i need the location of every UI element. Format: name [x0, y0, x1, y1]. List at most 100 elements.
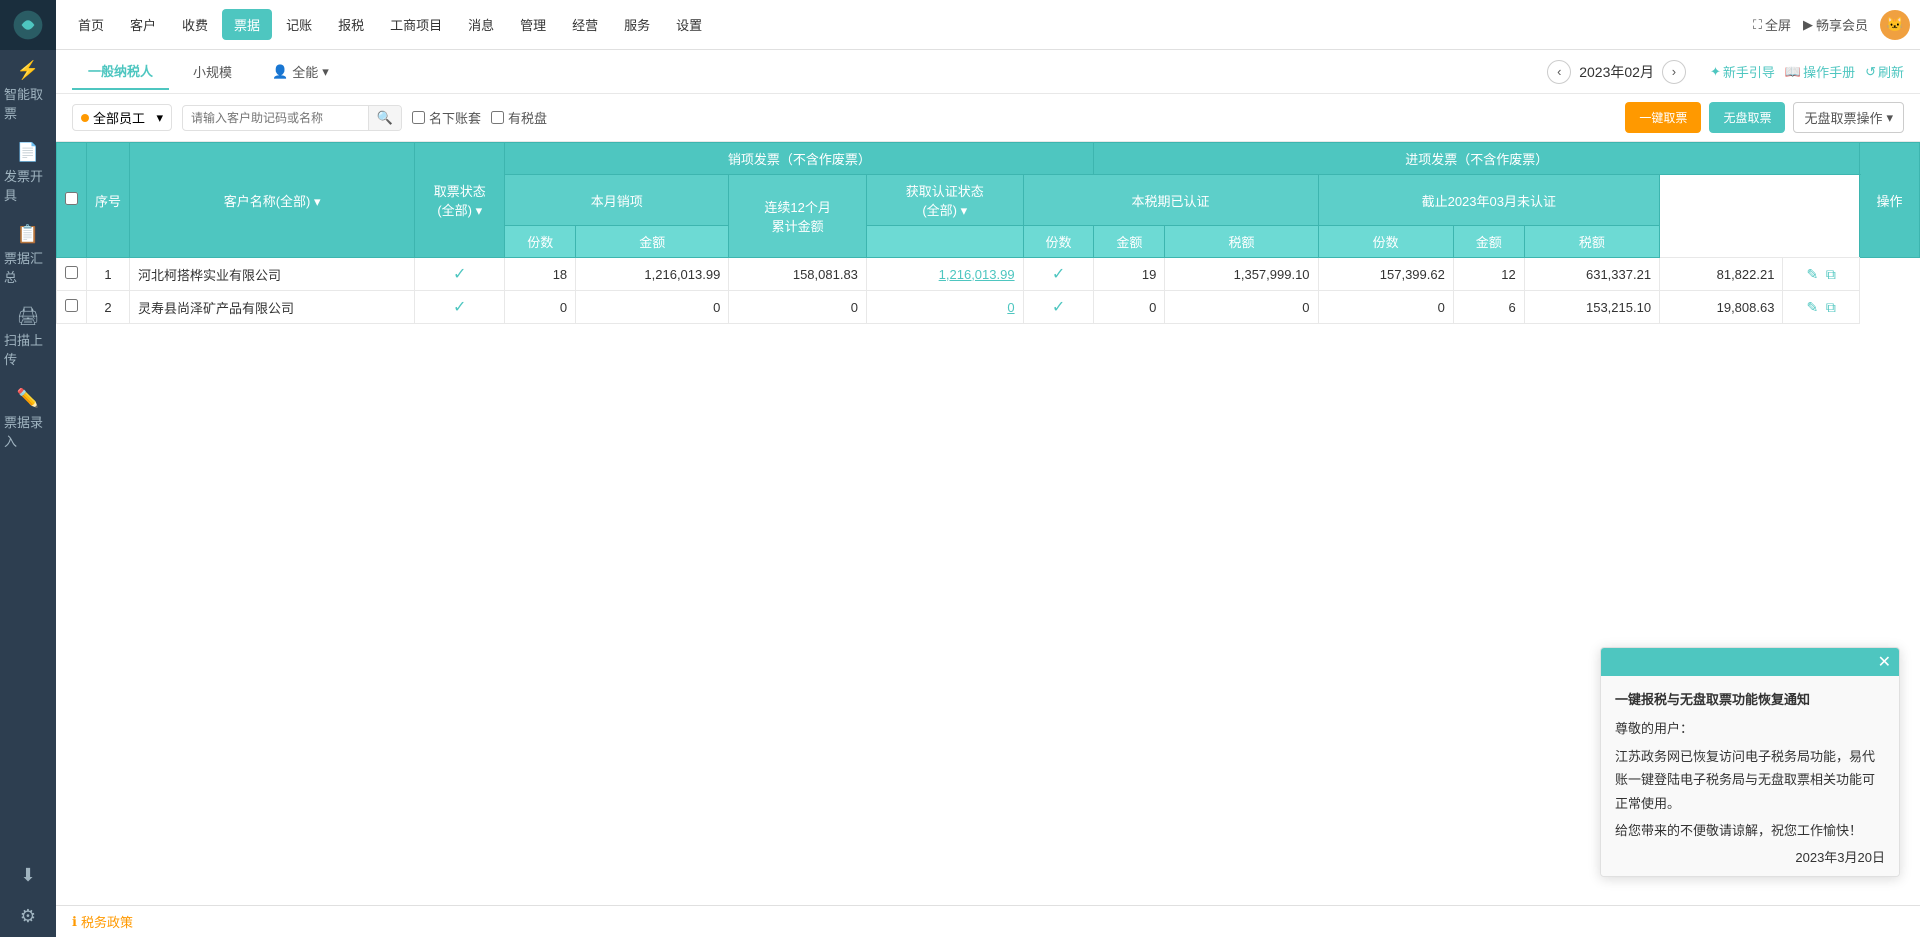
col-uncert-tax: 税额 — [1524, 226, 1659, 258]
cert-filter-icon[interactable]: ▾ — [961, 203, 968, 218]
row-ops: ✎ ⧉ — [1783, 291, 1860, 324]
no-disk-ops-btn[interactable]: 无盘取票操作 ▾ — [1793, 102, 1904, 133]
sidebar: ⚡ 智能取票 📄 发票开具 📋 票据汇总 🖨 扫描上传 ✏️ 票据录入 ⬇ ⚙ — [0, 0, 56, 937]
row-uncert-count: 6 — [1453, 291, 1524, 324]
notification-title: 一键报税与无盘取票功能恢复通知 — [1615, 688, 1885, 711]
row-no: 2 — [87, 291, 130, 324]
tab-small[interactable]: 小规模 — [177, 54, 248, 89]
sidebar-bottom: ⬇ ⚙ — [0, 855, 56, 937]
topnav-tax[interactable]: 报税 — [326, 9, 376, 40]
taxdisk-checkbox[interactable] — [491, 111, 504, 124]
select-all-checkbox[interactable] — [65, 192, 78, 205]
row-checkbox[interactable] — [57, 258, 87, 291]
col-uncert-amount: 金额 — [1453, 226, 1524, 258]
bottom-bar: ℹ 税务政策 — [56, 905, 1920, 937]
copy-btn[interactable]: ⧉ — [1826, 266, 1836, 282]
one-click-btn[interactable]: 一键取票 — [1625, 102, 1701, 133]
edit-btn[interactable]: ✎ — [1807, 266, 1819, 282]
row-no: 1 — [87, 258, 130, 291]
sidebar-item-data-entry[interactable]: ✏️ 票据录入 — [0, 378, 56, 460]
col-sales-amount: 金额 — [576, 226, 729, 258]
notification-header: ✕ — [1601, 648, 1899, 676]
table-row: 1 河北柯搭桦实业有限公司 ✓ 18 1,216,013.99 158,081.… — [57, 258, 1920, 291]
row-uncert-tax: 81,822.21 — [1660, 258, 1783, 291]
main-table: 序号 客户名称(全部) ▾ 取票状态(全部) ▾ 销项发票（不含作废票） 进项发… — [56, 142, 1920, 324]
tab-all[interactable]: 👤 全能 ▾ — [256, 54, 345, 89]
tabs-nav: ‹ 2023年02月 › — [1547, 60, 1686, 84]
col-cert-amount: 金额 — [1094, 226, 1165, 258]
notification-body: 一键报税与无盘取票功能恢复通知 尊敬的用户： 江苏政务网已恢复访问电子税务局功能… — [1601, 676, 1899, 876]
fetch-filter-icon[interactable]: ▾ — [476, 203, 483, 218]
topnav-bookkeeping[interactable]: 记账 — [274, 9, 324, 40]
topnav-invoice[interactable]: 票据 — [222, 9, 272, 40]
row-acc12m[interactable]: 0 — [866, 291, 1023, 324]
checkbox-taxdisk[interactable]: 有税盘 — [491, 108, 547, 127]
topnav-home[interactable]: 首页 — [66, 9, 116, 40]
tabs-actions: ✦ 新手引导 📖 操作手册 ↺ 刷新 — [1710, 62, 1904, 81]
sidebar-item-settings[interactable]: ⚙ — [0, 896, 56, 937]
col-ops-header: 操作 — [1860, 143, 1920, 258]
row-sales-count: 0 — [505, 291, 576, 324]
tabs-row: 一般纳税人 小规模 👤 全能 ▾ ‹ 2023年02月 › ✦ 新手引导 📖 操… — [56, 50, 1920, 94]
employee-select[interactable]: 全部员工 ▾ — [72, 104, 172, 131]
sidebar-item-smart-fetch[interactable]: ⚡ 智能取票 — [0, 50, 56, 132]
user-avatar[interactable]: 🐱 — [1880, 10, 1910, 40]
col-month-sales-header: 本月销项 — [505, 175, 729, 226]
row-uncert-amount: 631,337.21 — [1524, 258, 1659, 291]
topnav-business[interactable]: 工商项目 — [378, 9, 454, 40]
topnav: 首页 客户 收费 票据 记账 报税 工商项目 消息 管理 经营 服务 设置 ⛶ … — [56, 0, 1920, 50]
fullscreen-btn[interactable]: ⛶ 全屏 — [1753, 15, 1791, 34]
account-checkbox[interactable] — [412, 111, 425, 124]
tax-policy-btn[interactable]: ℹ 税务政策 — [72, 912, 133, 931]
topnav-message[interactable]: 消息 — [456, 9, 506, 40]
sidebar-item-invoice-open[interactable]: 📄 发票开具 — [0, 132, 56, 214]
col-checkbox-header — [57, 143, 87, 258]
member-btn[interactable]: ▶ 畅享会员 — [1803, 15, 1868, 34]
new-guide-btn[interactable]: ✦ 新手引导 — [1710, 62, 1775, 81]
notification-greeting: 尊敬的用户： — [1615, 717, 1885, 740]
search-input[interactable] — [183, 107, 368, 129]
prev-month-btn[interactable]: ‹ — [1547, 60, 1571, 84]
dropdown-icon: ▾ — [322, 64, 329, 80]
employee-dropdown-icon: ▾ — [156, 110, 163, 126]
checkbox-account[interactable]: 名下账套 — [412, 108, 481, 127]
no-disk-btn[interactable]: 无盘取票 — [1709, 102, 1785, 133]
row-acc12m[interactable]: 1,216,013.99 — [866, 258, 1023, 291]
row-uncert-count: 12 — [1453, 258, 1524, 291]
manual-btn[interactable]: 📖 操作手册 — [1785, 62, 1855, 81]
name-filter-icon[interactable]: ▾ — [314, 194, 321, 209]
month-label: 2023年02月 — [1579, 62, 1654, 82]
col-name-header: 客户名称(全部) ▾ — [130, 143, 415, 258]
col-uncert-count: 份数 — [1318, 226, 1453, 258]
sidebar-item-download[interactable]: ⬇ — [0, 855, 56, 896]
topnav-service[interactable]: 服务 — [612, 9, 662, 40]
col-confirmed-header: 本税期已认证 — [1023, 175, 1318, 226]
notification-content: 江苏政务网已恢复访问电子税务局功能，易代账一键登陆电子税务局与无盘取票相关功能可… — [1615, 745, 1885, 815]
row-checkbox[interactable] — [57, 291, 87, 324]
topnav-operation[interactable]: 经营 — [560, 9, 610, 40]
download-icon: ⬇ — [20, 865, 35, 886]
row-cert-count: 0 — [1094, 291, 1165, 324]
smart-fetch-icon: ⚡ — [17, 60, 39, 81]
col-purchase-header: 进项发票（不含作废票） — [1094, 143, 1860, 175]
topnav-customer[interactable]: 客户 — [118, 9, 168, 40]
edit-btn[interactable]: ✎ — [1807, 299, 1819, 315]
topnav-billing[interactable]: 收费 — [170, 9, 220, 40]
tab-general[interactable]: 一般纳税人 — [72, 53, 169, 90]
copy-btn[interactable]: ⧉ — [1826, 299, 1836, 315]
col-unconfirmed-header: 截止2023年03月未认证 — [1318, 175, 1660, 226]
search-button[interactable]: 🔍 — [368, 106, 401, 130]
refresh-btn[interactable]: ↺ 刷新 — [1865, 62, 1904, 81]
row-cert-count: 19 — [1094, 258, 1165, 291]
topnav-management[interactable]: 管理 — [508, 9, 558, 40]
row-uncert-tax: 19,808.63 — [1660, 291, 1783, 324]
notification-close-btn[interactable]: ✕ — [1878, 652, 1891, 672]
topnav-settings[interactable]: 设置 — [664, 9, 714, 40]
col-cert-tax: 税额 — [1165, 226, 1318, 258]
sidebar-item-scan-upload[interactable]: 🖨 扫描上传 — [0, 296, 56, 378]
next-month-btn[interactable]: › — [1662, 60, 1686, 84]
sidebar-item-invoice-summary[interactable]: 📋 票据汇总 — [0, 214, 56, 296]
employee-dot — [81, 114, 89, 122]
col-cert-status2 — [866, 226, 1023, 258]
col-cert-status-header: 获取认证状态(全部) ▾ — [866, 175, 1023, 226]
